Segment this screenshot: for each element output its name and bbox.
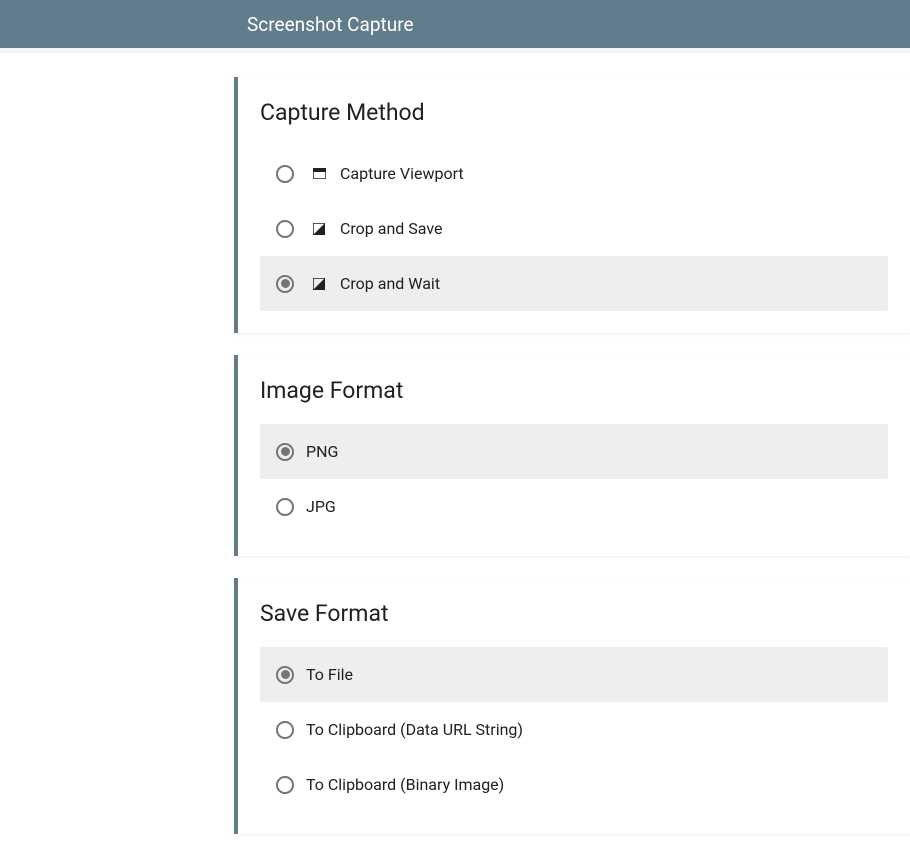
option-label: Capture Viewport: [340, 164, 464, 183]
radio-icon: [276, 498, 294, 516]
section-title-save-format: Save Format: [260, 600, 910, 627]
option-to-file[interactable]: To File: [260, 647, 888, 702]
radio-icon: [276, 443, 294, 461]
option-crop-and-save[interactable]: Crop and Save: [260, 201, 888, 256]
page-title: Screenshot Capture: [247, 13, 414, 36]
options-capture-method: Capture Viewport Crop and Save: [260, 146, 910, 311]
section-title-image-format: Image Format: [260, 377, 910, 404]
option-label: To Clipboard (Binary Image): [306, 775, 504, 794]
option-to-clipboard-url[interactable]: To Clipboard (Data URL String): [260, 702, 888, 757]
option-crop-and-wait[interactable]: Crop and Wait: [260, 256, 888, 311]
radio-icon: [276, 776, 294, 794]
radio-icon: [276, 666, 294, 684]
option-label: PNG: [306, 442, 338, 461]
option-label: To Clipboard (Data URL String): [306, 720, 523, 739]
option-png[interactable]: PNG: [260, 424, 888, 479]
options-save-format: To File To Clipboard (Data URL String) T…: [260, 647, 910, 812]
radio-icon: [276, 275, 294, 293]
radio-icon: [276, 220, 294, 238]
section-capture-method: Capture Method Capture Viewport: [234, 77, 910, 333]
option-to-clipboard-binary[interactable]: To Clipboard (Binary Image): [260, 757, 888, 812]
radio-icon: [276, 165, 294, 183]
crop-icon: [312, 222, 326, 236]
option-jpg[interactable]: JPG: [260, 479, 888, 534]
option-label: JPG: [306, 497, 336, 516]
header-bar: Screenshot Capture: [0, 0, 910, 48]
crop-icon: [312, 277, 326, 291]
section-save-format: Save Format To File To Clipboard (Data U…: [234, 578, 910, 834]
options-image-format: PNG JPG: [260, 424, 910, 534]
option-label: To File: [306, 665, 353, 684]
content: Capture Method Capture Viewport: [0, 53, 910, 834]
section-title-capture-method: Capture Method: [260, 99, 910, 126]
option-capture-viewport[interactable]: Capture Viewport: [260, 146, 888, 201]
radio-icon: [276, 721, 294, 739]
section-image-format: Image Format PNG JPG: [234, 355, 910, 556]
option-label: Crop and Wait: [340, 274, 440, 293]
option-label: Crop and Save: [340, 219, 443, 238]
viewport-icon: [312, 167, 326, 181]
